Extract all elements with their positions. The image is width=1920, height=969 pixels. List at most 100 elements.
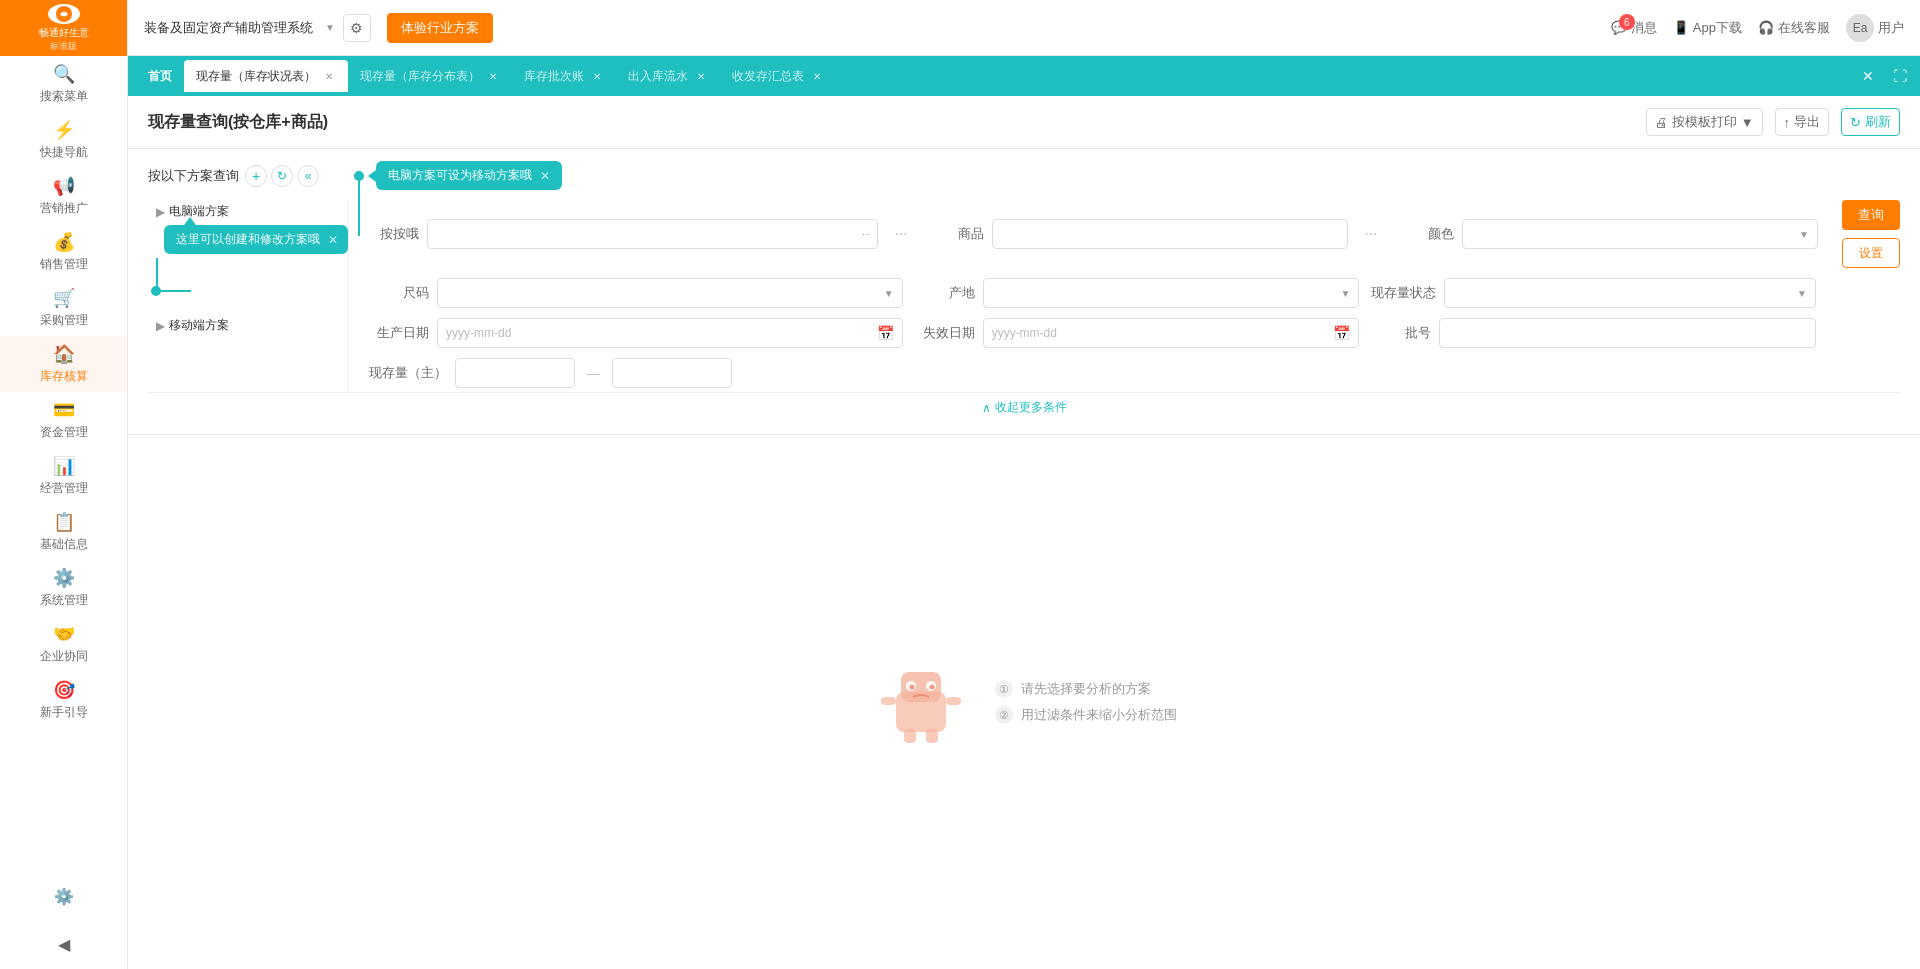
tab-close-stock-dist[interactable]: ✕ xyxy=(486,69,500,83)
sidebar-item-label: 系统管理 xyxy=(40,592,88,609)
notification-button[interactable]: 💬 6 消息 xyxy=(1611,19,1657,37)
tooltip-close-1[interactable]: ✕ xyxy=(540,169,550,183)
add-scheme-button[interactable]: + xyxy=(245,165,267,187)
sidebar-item-purchase[interactable]: 🛒 采购管理 xyxy=(0,280,127,336)
expiry-date-calendar-icon[interactable]: 📅 xyxy=(1333,325,1350,341)
origin-select[interactable]: ▼ xyxy=(983,278,1360,308)
tab-close-all-icon[interactable]: ✕ xyxy=(1856,64,1880,88)
refresh-scheme-button[interactable]: ↻ xyxy=(271,165,293,187)
logo-text: 畅通好生意 xyxy=(39,26,89,40)
sidebar-item-inventory[interactable]: 🏠 库存核算 xyxy=(0,336,127,392)
filter-actions: + ↻ « xyxy=(245,165,319,187)
set-button[interactable]: 设置 xyxy=(1842,238,1900,268)
tab-close-inout[interactable]: ✕ xyxy=(694,69,708,83)
tab-label: 现存量（库存状况表） xyxy=(196,68,316,85)
print-label: 按模板打印 xyxy=(1672,113,1737,131)
sidebar-item-management[interactable]: 📊 经营管理 xyxy=(0,448,127,504)
sidebar-item-system[interactable]: ⚙️ 系统管理 xyxy=(0,560,127,616)
mobile-scheme-item[interactable]: ▶ 移动端方案 xyxy=(156,314,348,337)
warehouse-input[interactable] xyxy=(427,219,878,249)
filter-group-size: 尺码 ▼ xyxy=(369,278,903,308)
search-button[interactable]: 查询 xyxy=(1842,200,1900,230)
color-select[interactable]: ▼ xyxy=(1462,219,1818,249)
sidebar-item-base-info[interactable]: 📋 基础信息 xyxy=(0,504,127,560)
tab-close-batch[interactable]: ✕ xyxy=(590,69,604,83)
megaphone-icon: 📢 xyxy=(53,175,75,197)
sidebar-item-marketing[interactable]: 📢 营销推广 xyxy=(0,168,127,224)
tooltip-close-2[interactable]: ✕ xyxy=(328,233,338,247)
settings-icon: ⚙️ xyxy=(54,887,74,906)
sidebar-settings[interactable]: ⚙️ xyxy=(0,873,127,921)
collapse-icon: ◀ xyxy=(58,935,70,954)
filter-area: 按以下方案查询 + ↻ « 电脑方案可设为移动方案哦 ✕ xyxy=(128,149,1920,435)
stock-status-select-wrapper: ▼ xyxy=(1444,278,1816,308)
sidebar-bottom: ⚙️ ◀ xyxy=(0,873,127,969)
sidebar: 畅通好生意 标准版 🔍 搜索菜单 ⚡ 快捷导航 📢 营销推广 💰 销售管理 🛒 … xyxy=(0,0,128,969)
tab-close-stock-status[interactable]: ✕ xyxy=(322,69,336,83)
tab-stock-dist[interactable]: 现存量（库存分布表） ✕ xyxy=(348,60,512,92)
prod-date-label: 生产日期 xyxy=(369,324,429,342)
logo-icon xyxy=(48,4,80,24)
refresh-button[interactable]: ↻ 刷新 xyxy=(1841,108,1900,136)
flash-icon: ⚡ xyxy=(53,119,75,141)
system-chevron-icon: ▼ xyxy=(325,22,335,33)
filter-row-4: 现存量（主） — xyxy=(369,358,1900,388)
sidebar-item-search[interactable]: 🔍 搜索菜单 xyxy=(0,56,127,112)
sidebar-item-label: 新手引导 xyxy=(40,704,88,721)
trial-button[interactable]: 体验行业方案 xyxy=(387,13,493,43)
prod-date-input[interactable]: yyyy-mm-dd 📅 xyxy=(437,318,903,348)
online-support-button[interactable]: 🎧 在线客服 xyxy=(1758,19,1830,37)
user-menu[interactable]: Ea 用户 xyxy=(1846,14,1904,42)
print-button[interactable]: 🖨 按模板打印 ▼ xyxy=(1646,108,1763,136)
tab-batch[interactable]: 库存批次账 ✕ xyxy=(512,60,616,92)
back-scheme-button[interactable]: « xyxy=(297,165,319,187)
topbar-system: 装备及固定资产辅助管理系统 ▼ ⚙ 体验行业方案 xyxy=(144,13,1611,43)
expiry-date-placeholder: yyyy-mm-dd xyxy=(992,326,1057,340)
sidebar-item-label: 快捷导航 xyxy=(40,144,88,161)
settings-button[interactable]: ⚙ xyxy=(343,14,371,42)
commodity-input[interactable] xyxy=(992,219,1348,249)
sidebar-item-sales[interactable]: 💰 销售管理 xyxy=(0,224,127,280)
expiry-date-input[interactable]: yyyy-mm-dd 📅 xyxy=(983,318,1360,348)
page-header: 现存量查询(按仓库+商品) 🖨 按模板打印 ▼ ↑ 导出 ↻ 刷新 xyxy=(128,96,1920,149)
tab-fullscreen-icon[interactable]: ⛶ xyxy=(1888,64,1912,88)
sidebar-item-guide[interactable]: 🎯 新手引导 xyxy=(0,672,127,728)
stock-main-to[interactable] xyxy=(612,358,732,388)
tooltip-edit-scheme: 这里可以创建和修改方案哦 ✕ xyxy=(164,225,348,254)
app-download-button[interactable]: 📱 App下载 xyxy=(1673,19,1742,37)
export-button[interactable]: ↑ 导出 xyxy=(1775,108,1830,136)
stock-main-label: 现存量（主） xyxy=(369,364,447,382)
empty-num-2: ② xyxy=(995,706,1013,724)
sidebar-collapse[interactable]: ◀ xyxy=(0,921,127,969)
tab-summary[interactable]: 收发存汇总表 ✕ xyxy=(720,60,836,92)
svg-point-5 xyxy=(910,685,915,690)
tab-home-label: 首页 xyxy=(148,68,172,85)
prod-date-calendar-icon[interactable]: 📅 xyxy=(877,325,894,341)
sidebar-item-label: 资金管理 xyxy=(40,424,88,441)
prod-date-placeholder: yyyy-mm-dd xyxy=(446,326,511,340)
tab-close-summary[interactable]: ✕ xyxy=(810,69,824,83)
collapse-label: 收起更多条件 xyxy=(995,399,1067,416)
collapse-bar[interactable]: ∧ 收起更多条件 xyxy=(148,392,1900,422)
tab-home[interactable]: 首页 xyxy=(136,60,184,92)
sidebar-item-cooperation[interactable]: 🤝 企业协同 xyxy=(0,616,127,672)
notification-badge: 6 xyxy=(1619,14,1635,30)
filter-group-prod-date: 生产日期 yyyy-mm-dd 📅 xyxy=(369,318,903,348)
tab-stock-status[interactable]: 现存量（库存状况表） ✕ xyxy=(184,60,348,92)
empty-state: ① 请先选择要分析的方案 ② 用过滤条件来缩小分析范围 xyxy=(128,435,1920,969)
stock-main-from[interactable] xyxy=(455,358,575,388)
desktop-scheme-label: 电脑端方案 xyxy=(169,203,229,220)
empty-illustration xyxy=(871,652,971,752)
collapse-icon-arrow: ∧ xyxy=(982,401,991,415)
sidebar-item-quick-nav[interactable]: ⚡ 快捷导航 xyxy=(0,112,127,168)
sidebar-item-finance[interactable]: 💳 资金管理 xyxy=(0,392,127,448)
filter-row-3: 生产日期 yyyy-mm-dd 📅 失效日期 yyyy-mm-dd 📅 xyxy=(369,318,1900,348)
tab-inout[interactable]: 出入库流水 ✕ xyxy=(616,60,720,92)
color-select-wrapper: ▼ xyxy=(1462,219,1818,249)
stock-status-select[interactable]: ▼ xyxy=(1444,278,1816,308)
empty-num-1: ① xyxy=(995,680,1013,698)
size-select[interactable]: ▼ xyxy=(437,278,903,308)
home-icon: 🏠 xyxy=(53,343,75,365)
commodity-dots: ··· xyxy=(1360,225,1381,243)
batch-input[interactable] xyxy=(1439,318,1816,348)
